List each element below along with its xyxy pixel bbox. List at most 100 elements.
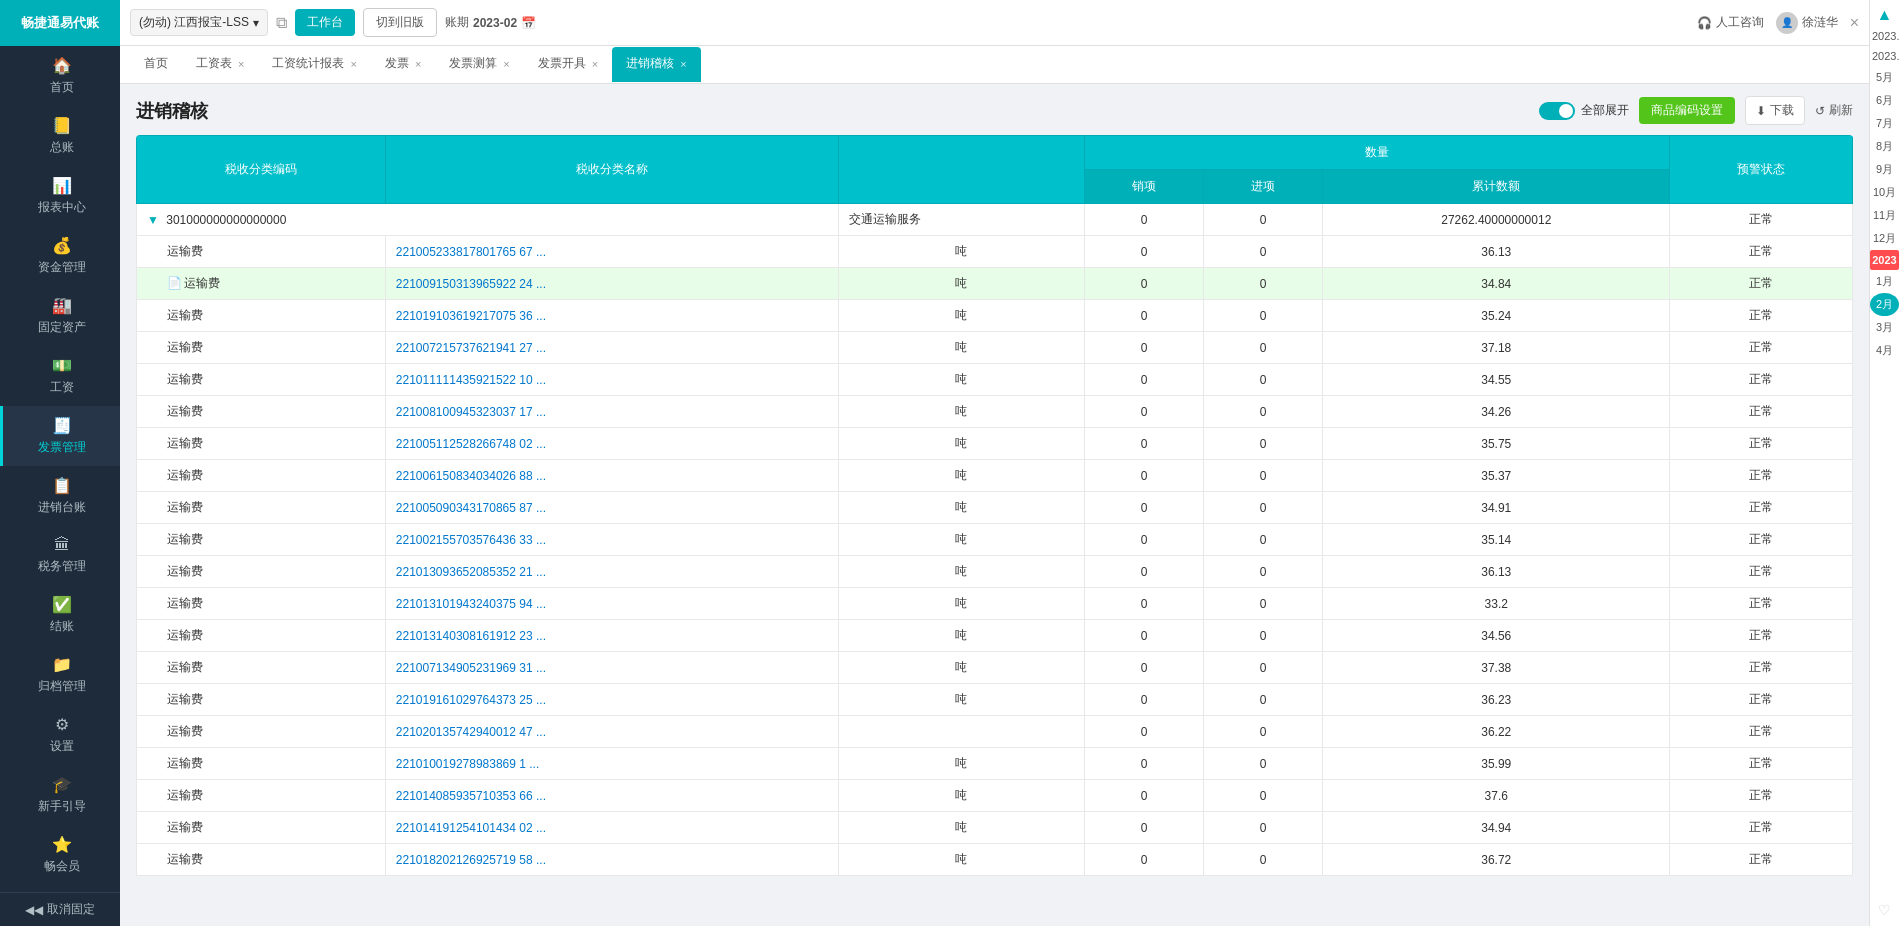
support-link[interactable]: 🎧 人工咨询: [1697, 14, 1764, 31]
tax-icon: 🏛: [54, 536, 70, 554]
table-row[interactable]: 运输费 221011111435921522 10 ... 吨 0 0 34.5…: [137, 364, 1853, 396]
expand-icon[interactable]: ▼: [147, 213, 159, 227]
cell-tag: 吨: [838, 300, 1084, 332]
month-4[interactable]: 4月: [1870, 339, 1899, 362]
table-row[interactable]: 运输费 221013093652085352 21 ... 吨 0 0 36.1…: [137, 556, 1853, 588]
month-2[interactable]: 2月: [1870, 293, 1899, 316]
expand-toggle[interactable]: 全部展开: [1539, 102, 1629, 120]
cell-sales: 0: [1085, 396, 1204, 428]
sidebar-item-capital[interactable]: 💰 资金管理: [0, 226, 120, 286]
tab-close-icon[interactable]: ×: [503, 58, 509, 70]
table-row[interactable]: 运输费 221002155703576436 33 ... 吨 0 0 35.1…: [137, 524, 1853, 556]
copy-icon[interactable]: ⧉: [276, 14, 287, 32]
cell-purchase: 0: [1204, 492, 1323, 524]
table-row[interactable]: 运输费 221013140308161912 23 ... 吨 0 0 34.5…: [137, 620, 1853, 652]
sidebar-item-label: 报表中心: [38, 199, 86, 216]
table-row[interactable]: 运输费 221005233817801765 67 ... 吨 0 0 36.1…: [137, 236, 1853, 268]
sidebar-item-closing[interactable]: ✅ 结账: [0, 585, 120, 645]
tab-invoice-calc[interactable]: 发票测算 ×: [435, 47, 523, 82]
toggle-track[interactable]: [1539, 102, 1575, 120]
table-row[interactable]: 运输费 221007215737621941 27 ... 吨 0 0 37.1…: [137, 332, 1853, 364]
switch-version-button[interactable]: 切到旧版: [363, 8, 437, 37]
tab-close-icon[interactable]: ×: [415, 58, 421, 70]
table-row[interactable]: 运输费 221018202126925719 58 ... 吨 0 0 36.7…: [137, 844, 1853, 876]
month-12[interactable]: 12月: [1870, 227, 1899, 250]
tab-label: 进销稽核: [626, 55, 674, 72]
table-row[interactable]: 运输费 221007134905231969 31 ... 吨 0 0 37.3…: [137, 652, 1853, 684]
sidebar-item-invoice[interactable]: 🧾 发票管理: [0, 406, 120, 466]
company-selector[interactable]: (勿动) 江西报宝-LSS ▾: [130, 9, 268, 36]
sidebar-item-tax[interactable]: 🏛 税务管理: [0, 526, 120, 585]
month-10[interactable]: 10月: [1870, 181, 1899, 204]
month-8[interactable]: 8月: [1870, 135, 1899, 158]
tab-close-icon[interactable]: ×: [680, 58, 686, 70]
table-row[interactable]: 运输费 221014085935710353 66 ... 吨 0 0 37.6…: [137, 780, 1853, 812]
month-6[interactable]: 6月: [1870, 89, 1899, 112]
download-button[interactable]: ⬇ 下载: [1745, 96, 1805, 125]
tab-salary-table[interactable]: 工资表 ×: [182, 47, 258, 82]
refresh-button[interactable]: ↺ 刷新: [1815, 102, 1853, 119]
table-row[interactable]: 运输费 221005090343170865 87 ... 吨 0 0 34.9…: [137, 492, 1853, 524]
cell-status: 正常: [1670, 332, 1853, 364]
tab-invoice-issue[interactable]: 发票开具 ×: [524, 47, 612, 82]
month-5[interactable]: 5月: [1870, 66, 1899, 89]
table-row[interactable]: 运输费 221019161029764373 25 ... 吨 0 0 36.2…: [137, 684, 1853, 716]
tab-close-icon[interactable]: ×: [592, 58, 598, 70]
month-2023-02-top2[interactable]: 2023.02: [1870, 46, 1899, 66]
workbench-button[interactable]: 工作台: [295, 9, 355, 36]
month-7[interactable]: 7月: [1870, 112, 1899, 135]
year-2023[interactable]: 2023: [1870, 250, 1899, 270]
cell-purchase: 0: [1204, 620, 1323, 652]
sidebar-logo: 畅捷通易代账: [0, 0, 120, 46]
sidebar-item-reports[interactable]: 📊 报表中心: [0, 166, 120, 226]
sidebar-item-home[interactable]: 🏠 首页: [0, 46, 120, 106]
cell-tag: 吨: [838, 364, 1084, 396]
sidebar-item-salary[interactable]: 💵 工资: [0, 346, 120, 406]
tab-close-icon[interactable]: ×: [350, 58, 356, 70]
month-9[interactable]: 9月: [1870, 158, 1899, 181]
user-menu[interactable]: 👤 徐涟华: [1776, 12, 1838, 34]
sidebar-item-assets[interactable]: 🏭 固定资产: [0, 286, 120, 346]
table-row[interactable]: 运输费 221010019278983869 1 ... 吨 0 0 35.99…: [137, 748, 1853, 780]
period-selector[interactable]: 账期 2023-02 📅: [445, 14, 536, 31]
tab-sales-audit[interactable]: 进销稽核 ×: [612, 47, 700, 82]
sidebar-item-settings[interactable]: ⚙ 设置: [0, 705, 120, 765]
sidebar-item-guide[interactable]: 🎓 新手引导: [0, 765, 120, 825]
sidebar-item-sales-ledger[interactable]: 📋 进销台账: [0, 466, 120, 526]
cell-tag: 吨: [838, 332, 1084, 364]
table-row[interactable]: 运输费 221014191254101434 02 ... 吨 0 0 34.9…: [137, 812, 1853, 844]
tab-invoice[interactable]: 发票 ×: [371, 47, 435, 82]
pin-icon: ◀◀: [25, 903, 43, 917]
tab-close-icon[interactable]: ×: [238, 58, 244, 70]
cell-cumulative: 33.2: [1323, 588, 1670, 620]
table-row[interactable]: 运输费 221005112528266748 02 ... 吨 0 0 35.7…: [137, 428, 1853, 460]
product-code-button[interactable]: 商品编码设置: [1639, 97, 1735, 124]
sidebar-item-member[interactable]: ⭐ 畅会员: [0, 825, 120, 885]
cell-cumulative: 34.94: [1323, 812, 1670, 844]
cell-purchase: 0: [1204, 780, 1323, 812]
table-row[interactable]: 📄运输费 221009150313965922 24 ... 吨 0 0 34.…: [137, 268, 1853, 300]
month-11[interactable]: 11月: [1870, 204, 1899, 227]
sidebar-item-label: 发票管理: [38, 439, 86, 456]
panel-up-button[interactable]: ▲: [1875, 4, 1895, 26]
sidebar-item-ledger[interactable]: 📒 总账: [0, 106, 120, 166]
month-2023-02-top[interactable]: 2023.02: [1870, 26, 1899, 46]
table-row[interactable]: 运输费 221006150834034026 88 ... 吨 0 0 35.3…: [137, 460, 1853, 492]
month-3[interactable]: 3月: [1870, 316, 1899, 339]
table-row[interactable]: 运输费 221019103619217075 36 ... 吨 0 0 35.2…: [137, 300, 1853, 332]
cell-tag: 吨: [838, 460, 1084, 492]
cell-tag: 吨: [838, 428, 1084, 460]
capital-icon: 💰: [52, 236, 72, 255]
close-button[interactable]: ×: [1850, 14, 1859, 32]
table-row[interactable]: 运输费 221013101943240375 94 ... 吨 0 0 33.2…: [137, 588, 1853, 620]
tab-salary-report[interactable]: 工资统计报表 ×: [258, 47, 370, 82]
month-1[interactable]: 1月: [1870, 270, 1899, 293]
tab-home[interactable]: 首页: [130, 47, 182, 82]
table-row[interactable]: ▼ 301000000000000000 交通运输服务 0 0 27262.40…: [137, 204, 1853, 236]
cell-purchase: 0: [1204, 268, 1323, 300]
table-row[interactable]: 运输费 221008100945323037 17 ... 吨 0 0 34.2…: [137, 396, 1853, 428]
sidebar-unpin[interactable]: ◀◀ 取消固定: [0, 892, 120, 926]
cell-tag: 吨: [838, 812, 1084, 844]
sidebar-item-archive[interactable]: 📁 归档管理: [0, 645, 120, 705]
table-row[interactable]: 运输费 221020135742940012 47 ... 0 0 36.22 …: [137, 716, 1853, 748]
